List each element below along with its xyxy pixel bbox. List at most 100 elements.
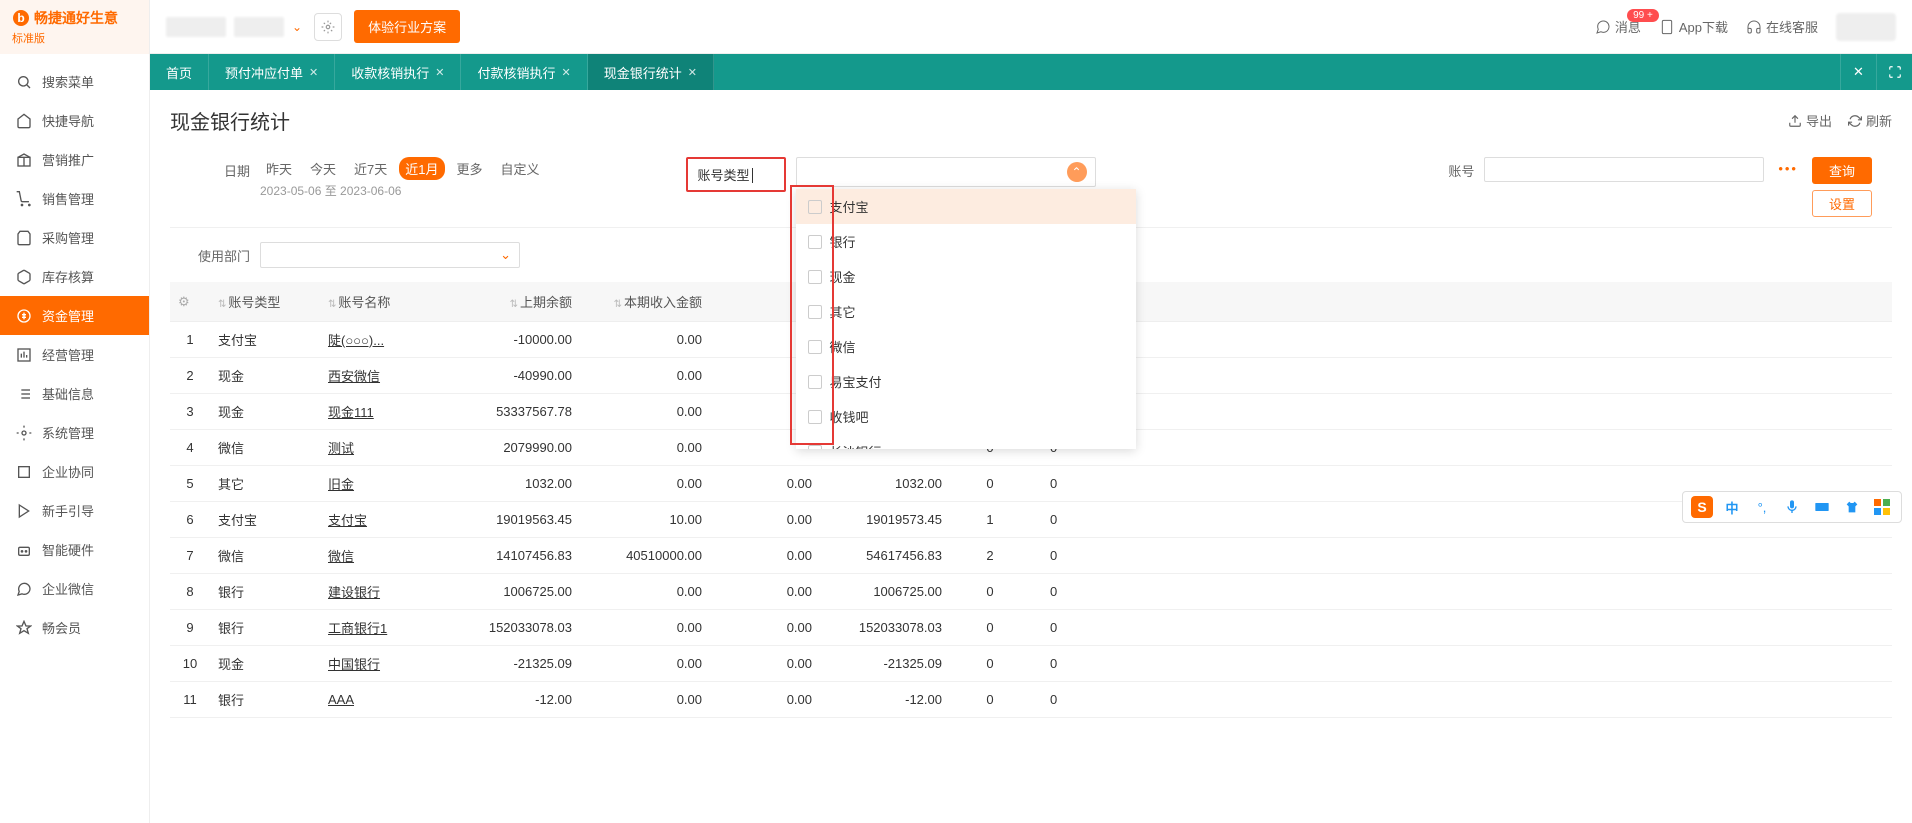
export-button[interactable]: 导出 <box>1788 111 1832 130</box>
trial-button[interactable]: 体验行业方案 <box>354 10 460 43</box>
date-quick-button[interactable]: 昨天 <box>260 157 298 180</box>
collapse-icon[interactable]: ⌃ <box>1067 162 1087 182</box>
sidebar-item-search[interactable]: 搜索菜单 <box>0 62 149 101</box>
date-quick-button[interactable]: 更多 <box>451 157 489 180</box>
account-input[interactable] <box>1484 157 1764 182</box>
checkbox-icon[interactable] <box>808 270 822 284</box>
gear-icon[interactable]: ⚙ <box>178 294 190 309</box>
more-filters-button[interactable]: ••• <box>1774 157 1802 180</box>
sidebar-item-gift[interactable]: 营销推广 <box>0 140 149 179</box>
sidebar-item-guide[interactable]: 新手引导 <box>0 491 149 530</box>
sidebar-item-list[interactable]: 基础信息 <box>0 374 149 413</box>
cell-name[interactable]: 西安微信 <box>320 358 450 394</box>
ime-lang-label[interactable]: 中 <box>1721 496 1743 518</box>
account-type-select[interactable]: ⌃ <box>796 157 1096 187</box>
checkbox-icon[interactable] <box>808 445 822 450</box>
sidebar-item-member[interactable]: 畅会员 <box>0 608 149 647</box>
messages-link[interactable]: 消息 99 + <box>1595 17 1641 36</box>
date-quick-button[interactable]: 近1月 <box>399 157 444 180</box>
dropdown-option[interactable]: 收钱吧 <box>796 399 1136 434</box>
tab-close-all-button[interactable]: ✕ <box>1840 54 1876 90</box>
sidebar-item-home[interactable]: 快捷导航 <box>0 101 149 140</box>
dropdown-option[interactable]: 长沙银行 <box>796 434 1136 449</box>
table-header-cell[interactable]: ⚙ <box>170 282 210 322</box>
app-download-link[interactable]: App下载 <box>1659 17 1728 36</box>
checkbox-icon[interactable] <box>808 340 822 354</box>
close-icon[interactable]: ✕ <box>688 66 697 79</box>
query-button[interactable]: 查询 <box>1812 157 1872 184</box>
dropdown-option[interactable]: 易宝支付 <box>796 364 1136 399</box>
date-quick-button[interactable]: 今天 <box>304 157 342 180</box>
keyboard-icon[interactable] <box>1811 496 1833 518</box>
tab[interactable]: 首页 <box>150 54 209 90</box>
sidebar-item-robot[interactable]: 智能硬件 <box>0 530 149 569</box>
mic-icon[interactable] <box>1781 496 1803 518</box>
table-header-cell[interactable]: ⇅账号名称 <box>320 282 450 322</box>
table-header-cell[interactable]: ⇅账号类型 <box>210 282 320 322</box>
table-row: 11 银行 AAA -12.00 0.00 0.00 -12.00 0 0 <box>170 682 1892 718</box>
cell-name[interactable]: 支付宝 <box>320 502 450 538</box>
sort-icon[interactable]: ⇅ <box>328 299 336 310</box>
sidebar-item-chat[interactable]: 企业微信 <box>0 569 149 608</box>
close-icon[interactable]: ✕ <box>562 66 571 79</box>
cell-name[interactable]: 测试 <box>320 430 450 466</box>
checkbox-icon[interactable] <box>808 410 822 424</box>
toolbox-icon[interactable] <box>1871 496 1893 518</box>
ime-toolbar[interactable]: S 中 °, <box>1682 491 1902 523</box>
dropdown-option[interactable]: 微信 <box>796 329 1136 364</box>
account-type-dropdown[interactable]: 支付宝银行现金其它微信易宝支付收钱吧长沙银行 <box>796 189 1136 449</box>
sidebar-item-gear[interactable]: 系统管理 <box>0 413 149 452</box>
cell-name[interactable]: 陡(○○○)... <box>320 322 450 358</box>
cell-name[interactable]: 建设银行 <box>320 574 450 610</box>
tab[interactable]: 现金银行统计✕ <box>588 54 714 90</box>
date-quick-button[interactable]: 自定义 <box>495 157 546 180</box>
dept-select[interactable]: ⌄ <box>260 242 520 268</box>
checkbox-icon[interactable] <box>808 200 822 214</box>
dropdown-option[interactable]: 现金 <box>796 259 1136 294</box>
close-icon[interactable]: ✕ <box>309 66 318 79</box>
date-quick-button[interactable]: 近7天 <box>348 157 393 180</box>
fullscreen-button[interactable] <box>1876 54 1912 90</box>
dropdown-option[interactable]: 银行 <box>796 224 1136 259</box>
sidebar-item-chart[interactable]: 经营管理 <box>0 335 149 374</box>
table-header-cell[interactable]: ⇅本期支出笔数 <box>1030 282 1892 322</box>
sidebar-item-money[interactable]: 资金管理 <box>0 296 149 335</box>
ime-punct-icon[interactable]: °, <box>1751 496 1773 518</box>
support-link[interactable]: 在线客服 <box>1746 17 1818 36</box>
tab[interactable]: 收款核销执行✕ <box>335 54 461 90</box>
user-avatar-blurred[interactable] <box>1836 13 1896 41</box>
cell-c7: 54617456.83 <box>820 538 950 574</box>
sidebar-item-bag[interactable]: 采购管理 <box>0 218 149 257</box>
cell-name[interactable]: 工商银行1 <box>320 610 450 646</box>
dropdown-option[interactable]: 支付宝 <box>796 189 1136 224</box>
refresh-button[interactable]: 刷新 <box>1848 111 1892 130</box>
sidebar-item-team[interactable]: 企业协同 <box>0 452 149 491</box>
cell-name[interactable]: AAA <box>320 682 450 718</box>
table-header-cell[interactable]: ⇅上期余额 <box>450 282 580 322</box>
checkbox-icon[interactable] <box>808 305 822 319</box>
cell-c6: 0.00 <box>710 538 820 574</box>
tab[interactable]: 预付冲应付单✕ <box>209 54 335 90</box>
sort-icon[interactable]: ⇅ <box>510 299 518 310</box>
checkbox-icon[interactable] <box>808 375 822 389</box>
sort-icon[interactable]: ⇅ <box>614 299 622 310</box>
org-selector[interactable]: ⌄ <box>166 17 302 37</box>
table-header-cell[interactable]: ⇅本期收入金额 <box>580 282 710 322</box>
dropdown-option[interactable]: 其它 <box>796 294 1136 329</box>
checkbox-icon[interactable] <box>808 235 822 249</box>
cell-name[interactable]: 中国银行 <box>320 646 450 682</box>
sidebar-item-cart[interactable]: 销售管理 <box>0 179 149 218</box>
option-label: 现金 <box>830 267 856 286</box>
close-icon[interactable]: ✕ <box>435 66 444 79</box>
search-icon <box>16 74 32 90</box>
cell-name[interactable]: 旧金 <box>320 466 450 502</box>
skin-icon[interactable] <box>1841 496 1863 518</box>
sidebar-item-box[interactable]: 库存核算 <box>0 257 149 296</box>
cell-name[interactable]: 微信 <box>320 538 450 574</box>
settings-button[interactable]: 设置 <box>1812 190 1872 217</box>
tab[interactable]: 付款核销执行✕ <box>461 54 587 90</box>
cell-c6: 0.00 <box>710 610 820 646</box>
sort-icon[interactable]: ⇅ <box>218 299 226 310</box>
cell-name[interactable]: 现金111 <box>320 394 450 430</box>
settings-gear-button[interactable] <box>314 13 342 41</box>
